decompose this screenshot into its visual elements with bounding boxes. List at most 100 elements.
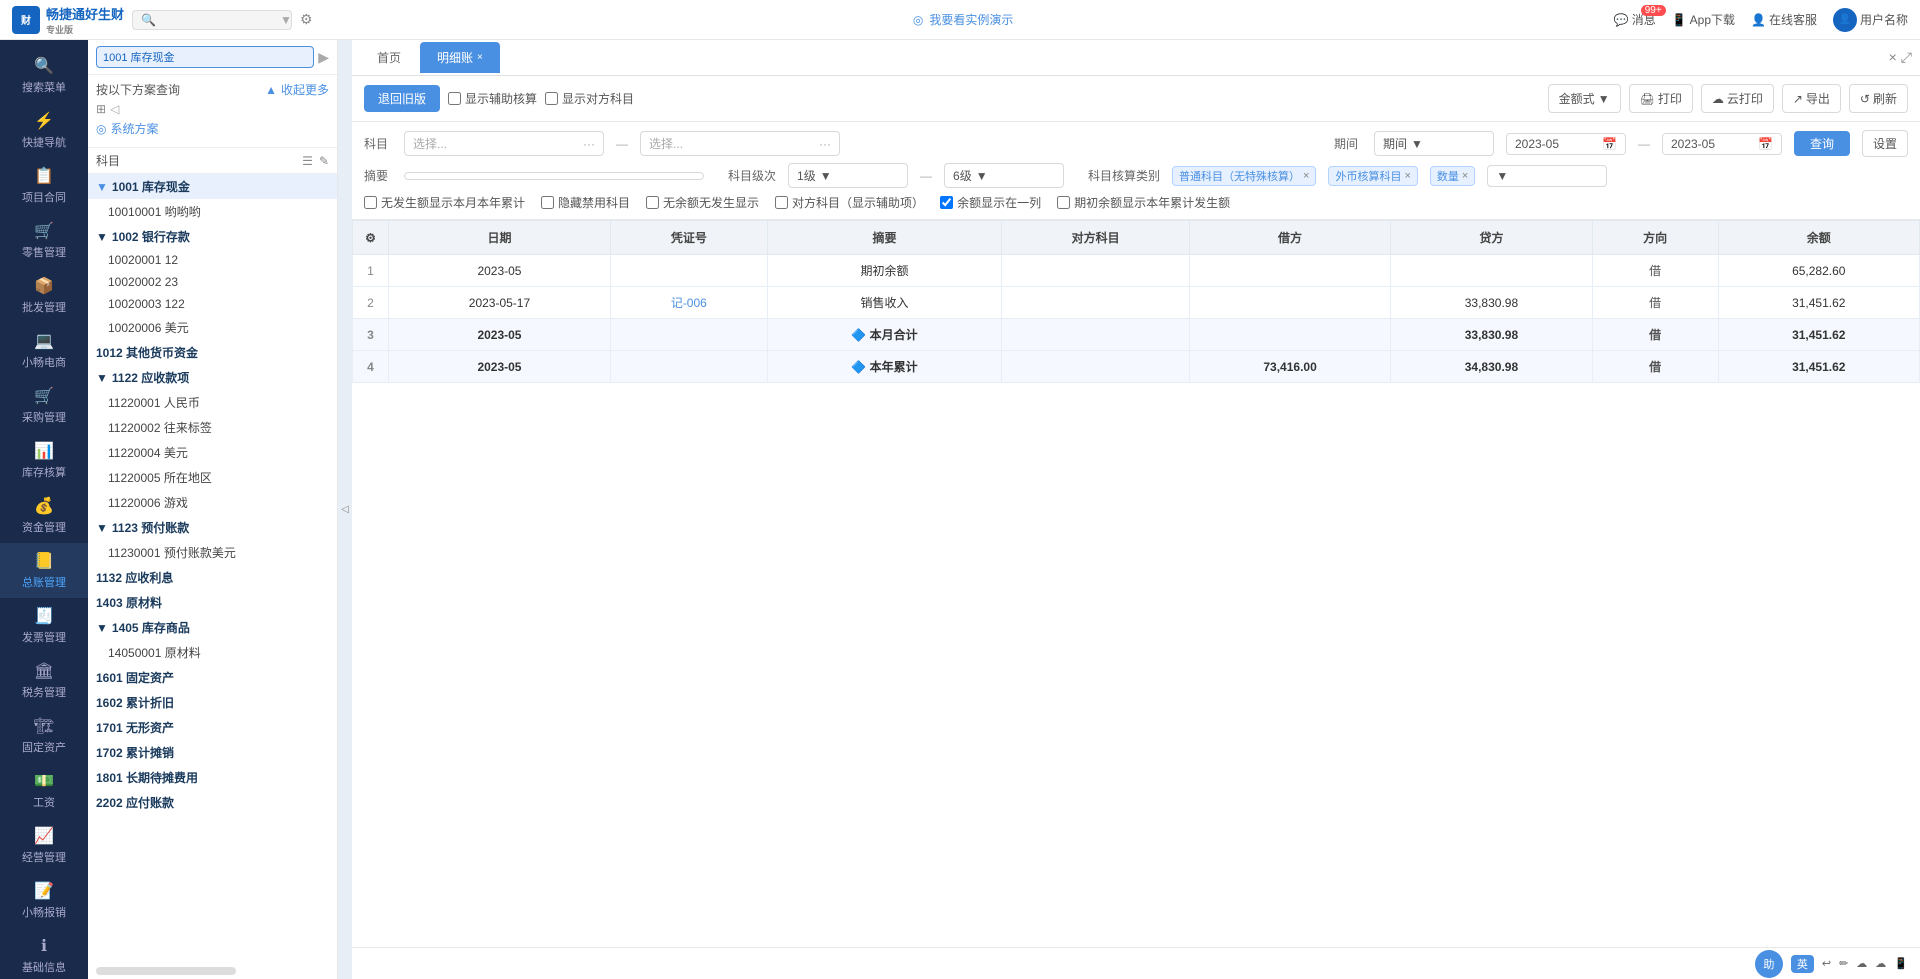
sidebar-item-purchase[interactable]: 🛒 采购管理 [0, 378, 88, 433]
export-button[interactable]: ↗ 导出 [1782, 84, 1841, 113]
voucher-link[interactable]: 记-006 [671, 296, 707, 310]
tag-normal-close[interactable]: × [1303, 170, 1309, 182]
tree-item-10020006[interactable]: 10020006 美元 [88, 315, 337, 340]
search-bar[interactable]: 🔍 ▼ [132, 10, 292, 30]
period-type-select[interactable]: 期间 ▼ [1374, 131, 1494, 156]
tree-item-14050001[interactable]: 14050001 原材料 [88, 640, 337, 665]
user-area[interactable]: 👤 用户名称 [1833, 8, 1908, 32]
sidebar-item-tax[interactable]: 🏛 税务管理 [0, 653, 88, 708]
check-no-occurrence[interactable]: 无发生额显示本月本年累计 [364, 194, 525, 211]
tree-item-1405[interactable]: ▼ 1405 库存商品 [88, 615, 337, 640]
language-button[interactable]: 英 [1791, 955, 1814, 973]
sidebar-item-baseinfo[interactable]: ℹ 基础信息 [0, 928, 88, 979]
check-opening-balance[interactable]: 期初余额显示本年累计发生额 [1057, 194, 1230, 211]
tree-item-1132[interactable]: 1132 应收利息 [88, 565, 337, 590]
close-window-button[interactable]: × [1889, 49, 1897, 66]
sidebar-item-ecommerce[interactable]: 💻 小畅电商 [0, 323, 88, 378]
sidebar-item-ledger[interactable]: 📒 总账管理 [0, 543, 88, 598]
level-to-select[interactable]: 6级 ▼ [944, 163, 1064, 188]
edit-icon[interactable]: ✏ [1839, 957, 1848, 970]
sidebar-item-business[interactable]: 📈 经营管理 [0, 818, 88, 873]
sidebar-item-retail[interactable]: 🛒 零售管理 [0, 213, 88, 268]
tree-item-11220006[interactable]: 11220006 游戏 [88, 490, 337, 515]
sidebar-item-project[interactable]: 📋 项目合同 [0, 158, 88, 213]
tree-item-1702[interactable]: 1702 累计摊销 [88, 740, 337, 765]
collapse-sidebar-button[interactable]: ◁ [338, 40, 352, 979]
period-start-input[interactable]: 2023-05 📅 [1506, 133, 1626, 155]
sidebar-item-search[interactable]: 🔍 搜索菜单 [0, 48, 88, 103]
online-service-button[interactable]: 👤 在线客服 [1751, 11, 1817, 28]
tree-item-11220001[interactable]: 11220001 人民币 [88, 390, 337, 415]
tree-item-11220005[interactable]: 11220005 所在地区 [88, 465, 337, 490]
collapse-more-button[interactable]: ▲ 收起更多 [265, 81, 329, 98]
show-contra-checkbox[interactable]: 显示对方科目 [545, 90, 634, 107]
sidebar-item-wholesale[interactable]: 📦 批发管理 [0, 268, 88, 323]
selected-account-tag[interactable]: 1001 库存现金 [96, 46, 314, 68]
search-input[interactable] [160, 13, 280, 27]
tree-add-icon[interactable]: ✎ [319, 154, 329, 168]
tree-item-1002[interactable]: ▼ 1002 银行存款 [88, 224, 337, 249]
sidebar-item-finance[interactable]: 💰 资金管理 [0, 488, 88, 543]
system-scheme-button[interactable]: ◎ 系统方案 [96, 116, 329, 141]
tab-close-button[interactable]: × [477, 52, 483, 63]
tree-item-1403[interactable]: 1403 原材料 [88, 590, 337, 615]
tree-item-10020002[interactable]: 10020002 23 [88, 271, 337, 293]
sidebar-item-quicknav[interactable]: ⚡ 快捷导航 [0, 103, 88, 158]
tab-home[interactable]: 首页 [360, 42, 418, 73]
tree-item-2202[interactable]: 2202 应付账款 [88, 790, 337, 815]
return-old-button[interactable]: 退回旧版 [364, 85, 440, 112]
sidebar-item-expense[interactable]: 📝 小畅报销 [0, 873, 88, 928]
mobile-icon[interactable]: 📱 [1894, 957, 1908, 970]
refresh-button[interactable]: ↺ 刷新 [1849, 84, 1908, 113]
cloud-print-button[interactable]: ☁ 云打印 [1701, 84, 1774, 113]
filter-tag-normal[interactable]: 普通科目（无特殊核算） × [1172, 166, 1316, 186]
check-hide-disabled[interactable]: 隐藏禁用科目 [541, 194, 630, 211]
tree-item-10010001[interactable]: 10010001 哟哟哟 [88, 199, 337, 224]
undo-icon[interactable]: ↩ [1822, 957, 1831, 970]
tag-foreign-close[interactable]: × [1404, 170, 1410, 182]
message-button[interactable]: 💬 消息 99+ [1614, 11, 1656, 28]
period-end-input[interactable]: 2023-05 📅 [1662, 133, 1782, 155]
sidebar-item-assets[interactable]: 🏗 固定资产 [0, 708, 88, 763]
settings-icon[interactable]: ⚙ [300, 11, 313, 28]
tree-item-1001[interactable]: ▼ 1001 库存现金 [88, 174, 337, 199]
assistant-icon[interactable]: 助 [1755, 950, 1783, 978]
nav-arrow-right[interactable]: ▶ [318, 49, 329, 66]
check-contra-subject[interactable]: 对方科目（显示辅助项） [775, 194, 924, 211]
check-balance-column[interactable]: 余额显示在一列 [940, 194, 1041, 211]
tab-detail-ledger[interactable]: 明细账 × [420, 42, 500, 73]
tree-item-11220004[interactable]: 11220004 美元 [88, 440, 337, 465]
print-button[interactable]: 🖨 打印 [1629, 84, 1693, 113]
tree-item-1012[interactable]: 1012 其他货币资金 [88, 340, 337, 365]
tree-item-10020003[interactable]: 10020003 122 [88, 293, 337, 315]
summary-input[interactable] [404, 172, 704, 180]
tree-item-1801[interactable]: 1801 长期待摊费用 [88, 765, 337, 790]
sidebar-item-salary[interactable]: 💵 工资 [0, 763, 88, 818]
sidebar-item-invoice[interactable]: 🧾 发票管理 [0, 598, 88, 653]
tree-list-icon[interactable]: ☰ [302, 154, 313, 168]
filter-subject-input[interactable]: 选择... ··· [404, 131, 604, 156]
level-from-select[interactable]: 1级 ▼ [788, 163, 908, 188]
filter-tag-foreign[interactable]: 外币核算科目 × [1328, 166, 1417, 186]
tree-item-11230001[interactable]: 11230001 预付账款美元 [88, 540, 337, 565]
tag-quantity-close[interactable]: × [1462, 170, 1468, 182]
check-no-balance[interactable]: 无余额无发生显示 [646, 194, 759, 211]
tree-item-1122[interactable]: ▼ 1122 应收款项 [88, 365, 337, 390]
tree-item-1601[interactable]: 1601 固定资产 [88, 665, 337, 690]
tree-item-11220002[interactable]: 11220002 往来标签 [88, 415, 337, 440]
tree-item-1701[interactable]: 1701 无形资产 [88, 715, 337, 740]
amount-style-button[interactable]: 金额式 ▼ [1548, 84, 1621, 113]
demo-text[interactable]: 我要看实例演示 [929, 11, 1013, 28]
cloud-icon[interactable]: ☁ [1856, 957, 1867, 970]
tree-item-10020001[interactable]: 10020001 12 [88, 249, 337, 271]
show-aux-checkbox[interactable]: 显示辅助核算 [448, 90, 537, 107]
query-button[interactable]: 查询 [1794, 131, 1850, 156]
sidebar-item-inventory[interactable]: 📊 库存核算 [0, 433, 88, 488]
app-download-button[interactable]: 📱 App下载 [1672, 11, 1735, 28]
tree-item-1602[interactable]: 1602 累计折旧 [88, 690, 337, 715]
filter-tag-quantity[interactable]: 数量 × [1430, 166, 1475, 186]
cloud2-icon[interactable]: ☁ [1875, 957, 1886, 970]
maximize-button[interactable]: ⤢ [1901, 49, 1912, 66]
quantity-dropdown[interactable]: ▼ [1487, 165, 1607, 187]
settings-config-button[interactable]: 设置 [1862, 130, 1908, 157]
